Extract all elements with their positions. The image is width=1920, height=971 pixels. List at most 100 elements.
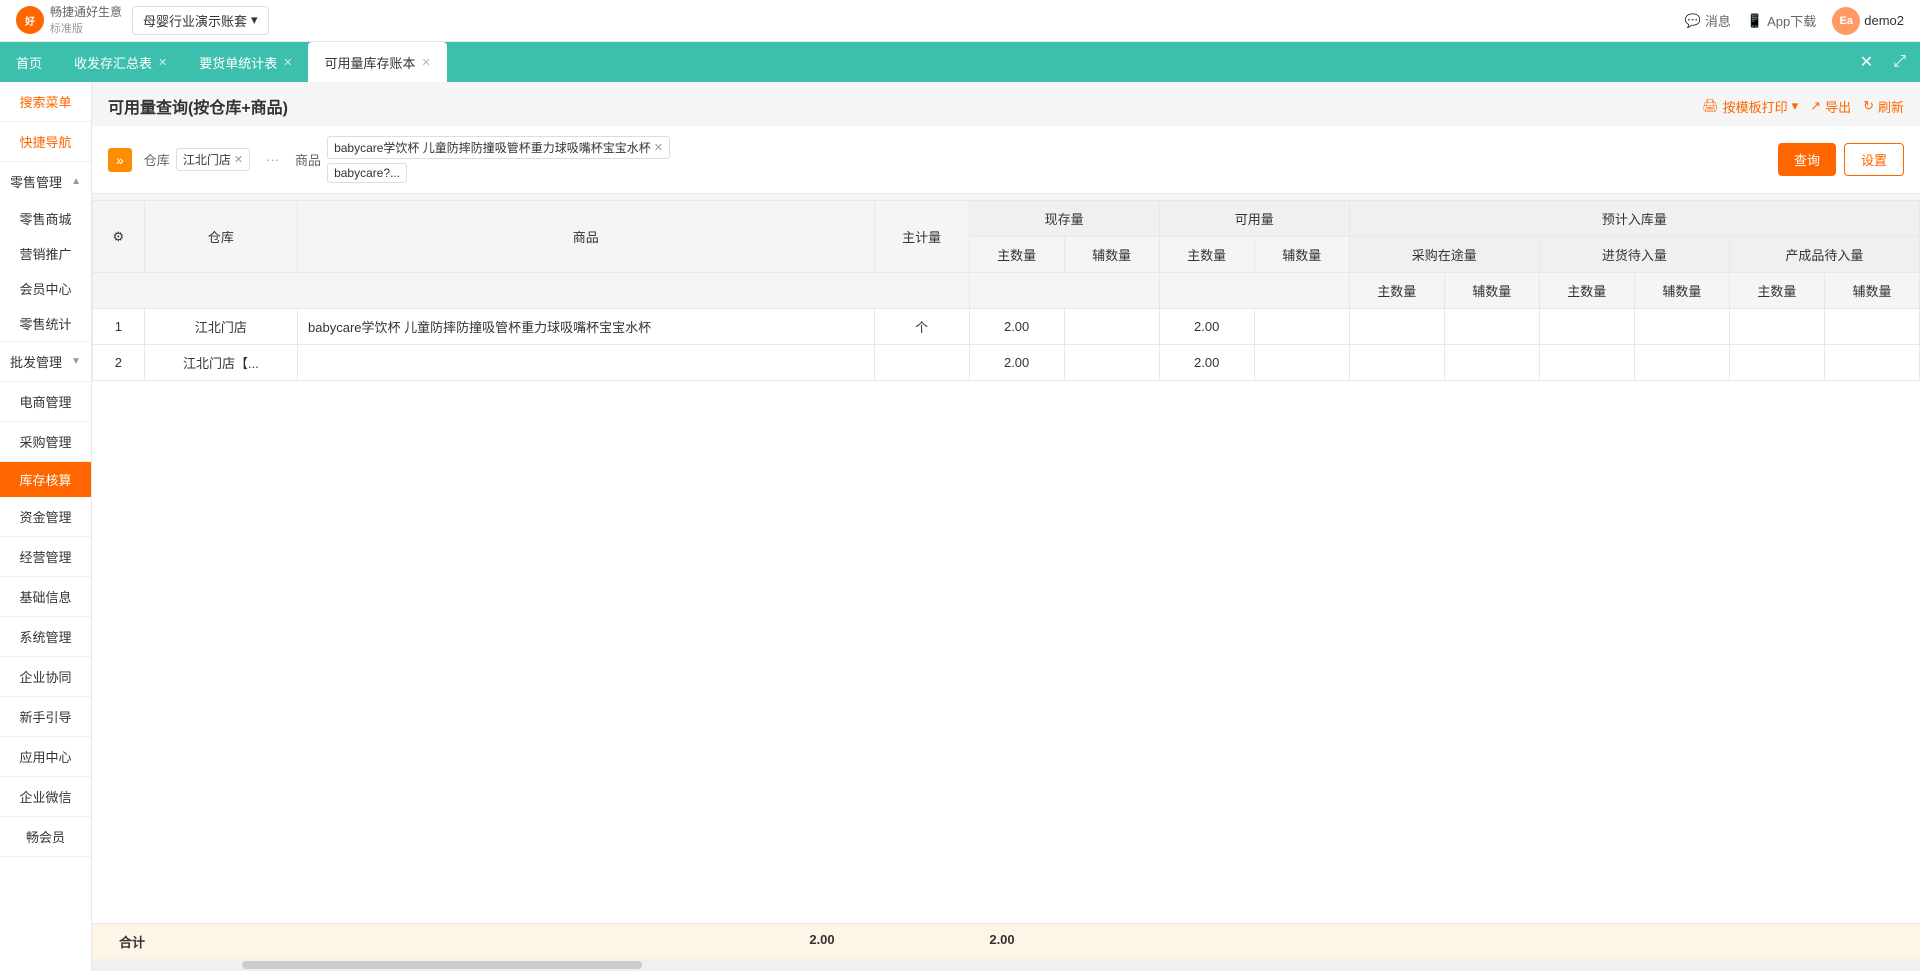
query-btn[interactable]: 查询 (1778, 143, 1836, 176)
print-icon: 🖨 (1702, 98, 1719, 114)
tab-receive-summary[interactable]: 收发存汇总表 ✕ (58, 42, 183, 82)
row2-product (298, 345, 875, 381)
row1-product: babycare学饮杯 儿童防摔防撞吸管杯重力球吸嘴杯宝宝水杯 (298, 309, 875, 345)
filter-more-btn[interactable]: ··· (262, 150, 283, 169)
sidebar-item-ecommerce[interactable]: 电商管理 (0, 382, 91, 422)
logo-text-block: 畅捷通好生意 标准版 (50, 5, 122, 35)
product-tags: babycare学饮杯 儿童防摔防撞吸管杯重力球吸嘴杯宝宝水杯 ✕ babyca… (327, 136, 677, 183)
row1-warehouse: 江北门店 (144, 309, 297, 345)
tab-available-close[interactable]: ✕ (422, 56, 431, 69)
tab-order-stats[interactable]: 要货单统计表 ✕ (183, 42, 308, 82)
message-action[interactable]: 💬 消息 (1685, 11, 1731, 30)
table-header-row-1: ⚙ 仓库 商品 主计量 现存量 可用量 预计入库量 (93, 201, 1920, 237)
export-btn[interactable]: ↗ 导出 (1810, 97, 1851, 116)
th-inbound-pending-label: 进货待入量 (1539, 237, 1729, 273)
row1-pt-aux (1444, 309, 1539, 345)
tab-receive-close[interactable]: ✕ (158, 56, 167, 69)
refresh-label: 刷新 (1878, 97, 1904, 116)
product-tag-2[interactable]: babycare?... (327, 163, 407, 183)
settings-btn[interactable]: 设置 (1844, 143, 1904, 176)
warehouse-tag-1[interactable]: 江北门店 ✕ (176, 148, 250, 171)
table-header-row-3: 主数量 辅数量 主数量 辅数量 主数量 辅数量 (93, 273, 1920, 309)
retail-label: 零售管理 (10, 172, 62, 191)
th-product: 商品 (298, 201, 875, 273)
sidebar-item-finance[interactable]: 资金管理 (0, 497, 91, 537)
warehouse-tag-close[interactable]: ✕ (234, 153, 243, 166)
main-table: ⚙ 仓库 商品 主计量 现存量 可用量 预计入库量 主数量 辅数量 主数量 辅数… (92, 200, 1920, 381)
th-available-main: 主数量 (1159, 237, 1254, 273)
dropdown-icon: ▾ (251, 12, 258, 28)
user-area[interactable]: Ea demo2 (1832, 7, 1904, 35)
sidebar-item-retail-store[interactable]: 零售商城 (0, 201, 91, 236)
sidebar-item-purchase[interactable]: 采购管理 (0, 422, 91, 462)
th-settings[interactable]: ⚙ (93, 201, 145, 273)
product-filter-group: 商品 babycare学饮杯 儿童防摔防撞吸管杯重力球吸嘴杯宝宝水杯 ✕ bab… (295, 136, 677, 183)
row2-unit (874, 345, 969, 381)
summary-stock-main: 2.00 (772, 932, 872, 951)
industry-label: 母婴行业演示账套 (143, 11, 247, 30)
th-fp-main: 主数量 (1729, 273, 1824, 309)
sidebar-item-appcenter[interactable]: 应用中心 (0, 737, 91, 777)
summary-available-main: 2.00 (952, 932, 1052, 951)
scrollbar[interactable] (92, 959, 1920, 971)
tab-available-stock[interactable]: 可用量库存账本 ✕ (308, 42, 446, 82)
refresh-icon: ↻ (1863, 98, 1874, 114)
row1-fp-main (1729, 309, 1824, 345)
filter-expand-btn[interactable]: » (108, 148, 132, 172)
logo-text: 畅捷通好生意 (50, 5, 122, 19)
row1-seq: 1 (93, 309, 145, 345)
row1-stock-aux (1064, 309, 1159, 345)
search-label: 搜索菜单 (19, 95, 71, 110)
table-container[interactable]: ⚙ 仓库 商品 主计量 现存量 可用量 预计入库量 主数量 辅数量 主数量 辅数… (92, 200, 1920, 923)
row2-fp-aux (1824, 345, 1919, 381)
tab-home[interactable]: 首页 (0, 42, 58, 82)
product-tag-text-2: babycare?... (334, 166, 400, 180)
sidebar-item-basic[interactable]: 基础信息 (0, 577, 91, 617)
th-ip-aux: 辅数量 (1634, 273, 1729, 309)
warehouse-tag-text: 江北门店 (183, 151, 231, 168)
sidebar-search[interactable]: 搜索菜单 (0, 82, 91, 122)
filter-actions: 查询 设置 (1778, 143, 1904, 176)
sidebar-item-guide[interactable]: 新手引导 (0, 697, 91, 737)
sidebar-item-retail-stats[interactable]: 零售统计 (0, 306, 91, 341)
close-all-btn[interactable]: ✕ (1854, 50, 1879, 74)
row2-warehouse: 江北门店【... (144, 345, 297, 381)
logo-icon: 好 (16, 6, 44, 34)
wholesale-label: 批发管理 (10, 352, 62, 371)
wholesale-group-header[interactable]: 批发管理 ▼ (0, 342, 91, 381)
product-tag-1[interactable]: babycare学饮杯 儿童防摔防撞吸管杯重力球吸嘴杯宝宝水杯 ✕ (327, 136, 670, 159)
product-tag-close-1[interactable]: ✕ (654, 141, 663, 154)
retail-group-header[interactable]: 零售管理 ▲ (0, 162, 91, 201)
row2-pt-main (1349, 345, 1444, 381)
sidebar-quick-nav[interactable]: 快捷导航 (0, 122, 91, 162)
app-download-label: App下载 (1767, 11, 1816, 30)
row2-fp-main (1729, 345, 1824, 381)
app-download-action[interactable]: 📱 App下载 (1747, 11, 1816, 30)
sidebar-item-collab[interactable]: 企业协同 (0, 657, 91, 697)
th-pt-aux: 辅数量 (1444, 273, 1539, 309)
maximize-btn[interactable]: ⤢ (1887, 51, 1912, 73)
sidebar-item-chang-member[interactable]: 畅会员 (0, 817, 91, 857)
summary-label: 合计 (92, 932, 172, 951)
sidebar-item-system[interactable]: 系统管理 (0, 617, 91, 657)
nav-tabs-right: ✕ ⤢ (1854, 50, 1920, 74)
scrollbar-thumb[interactable] (242, 961, 642, 969)
quick-nav-label: 快捷导航 (19, 135, 71, 150)
th-finished-pending-label: 产成品待入量 (1729, 237, 1919, 273)
message-label: 消息 (1705, 11, 1731, 30)
row2-stock-main: 2.00 (969, 345, 1064, 381)
product-tag-text-1: babycare学饮杯 儿童防摔防撞吸管杯重力球吸嘴杯宝宝水杯 (334, 139, 651, 156)
sidebar-item-marketing[interactable]: 营销推广 (0, 236, 91, 271)
refresh-btn[interactable]: ↻ 刷新 (1863, 97, 1904, 116)
top-bar: 好 畅捷通好生意 标准版 母婴行业演示账套 ▾ 💬 消息 📱 App下载 Ea … (0, 0, 1920, 42)
content-area: 可用量查询(按仓库+商品) 🖨 按模板打印 ▾ ↗ 导出 ↻ 刷新 » (92, 82, 1920, 971)
row2-pt-aux (1444, 345, 1539, 381)
sidebar-item-wechat[interactable]: 企业微信 (0, 777, 91, 817)
row2-available-aux (1254, 345, 1349, 381)
sidebar-item-inventory[interactable]: 库存核算 (0, 462, 91, 497)
industry-selector[interactable]: 母婴行业演示账套 ▾ (132, 6, 269, 35)
print-btn[interactable]: 🖨 按模板打印 ▾ (1702, 97, 1798, 116)
sidebar-item-operation[interactable]: 经营管理 (0, 537, 91, 577)
sidebar-item-member[interactable]: 会员中心 (0, 271, 91, 306)
tab-order-close[interactable]: ✕ (283, 56, 292, 69)
